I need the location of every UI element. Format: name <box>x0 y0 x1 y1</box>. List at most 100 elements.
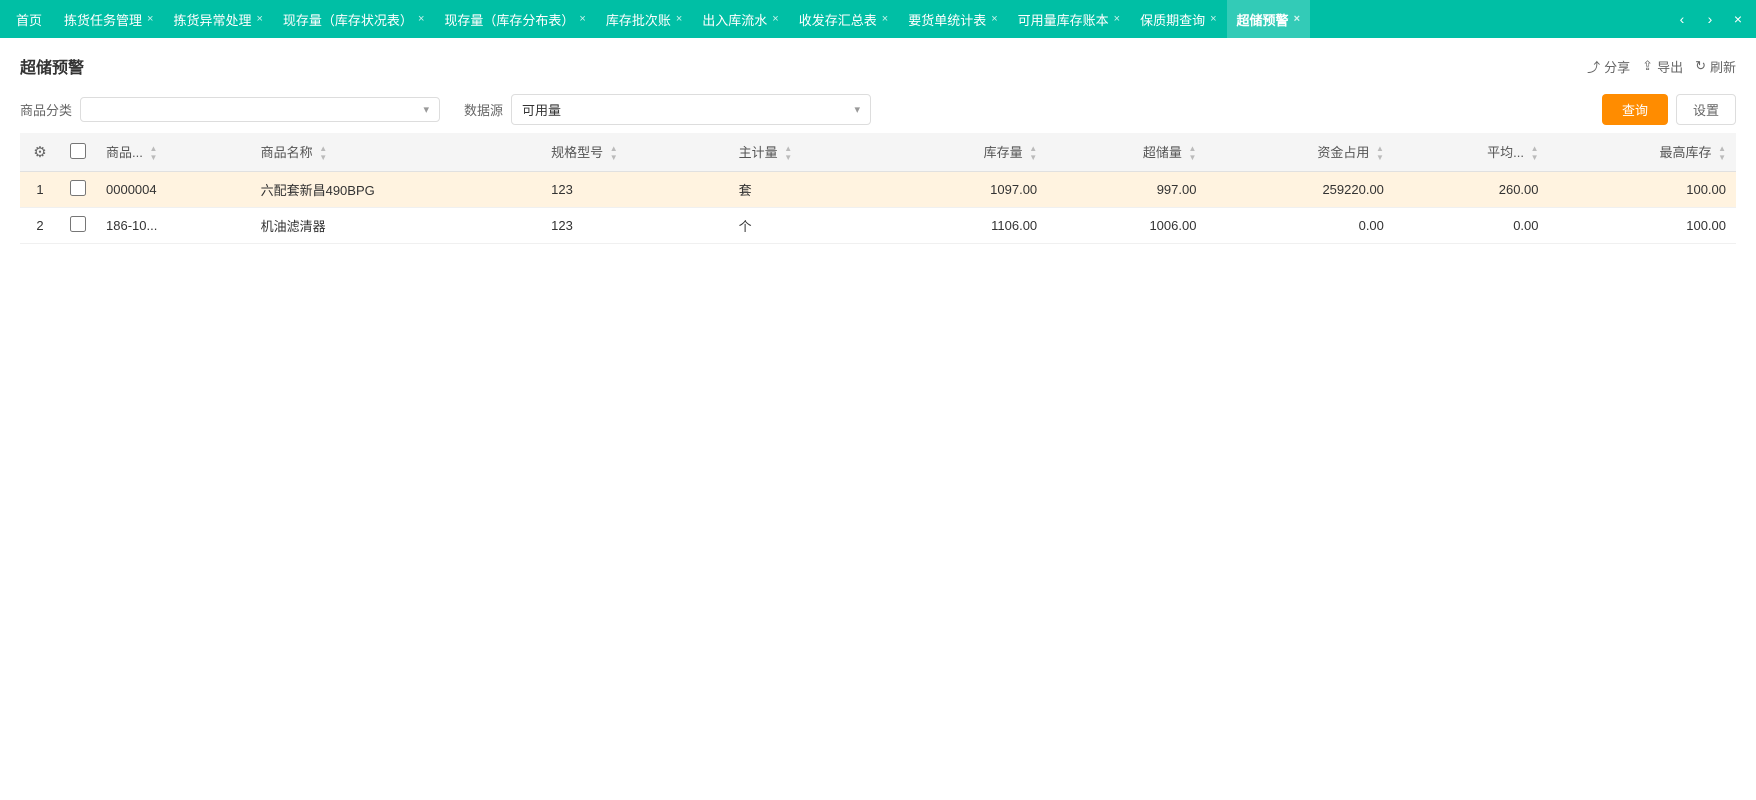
datasource-select[interactable]: 可用量 ▾ <box>511 94 871 125</box>
col-settings: ⚙ <box>20 133 60 172</box>
close-tab-10[interactable]: × <box>1294 13 1300 25</box>
datasource-filter-group: 数据源 可用量 ▾ <box>464 94 871 125</box>
sort-spec-icon: ▲ ▼ <box>610 145 618 162</box>
col-over-stock[interactable]: 超储量 ▲ ▼ <box>1047 133 1206 172</box>
table-body: 1 0000004 六配套新昌490BPG 123 套 1097.00 997.… <box>20 172 1736 244</box>
share-label: 分享 <box>1604 57 1630 76</box>
row-checkbox-cell <box>60 208 96 244</box>
row-unit: 套 <box>729 172 888 208</box>
select-all-checkbox[interactable] <box>70 143 86 159</box>
row-spec: 123 <box>541 208 728 244</box>
page-header: 超储预警 ⤴ 分享 ⇪ 导出 ↻ 刷新 <box>20 54 1736 78</box>
settings-button[interactable]: 设置 <box>1676 94 1736 125</box>
row-product-name: 机油滤清器 <box>251 208 542 244</box>
share-button[interactable]: ⤴ 分享 <box>1587 57 1630 76</box>
row-product-code: 0000004 <box>96 172 251 208</box>
nav-tab-kucunpici[interactable]: 库存批次账 × <box>596 0 692 38</box>
nav-tab-chaochuyujing[interactable]: 超储预警 × <box>1227 0 1310 38</box>
nav-tab-jianhuoyichang[interactable]: 拣货异常处理 × <box>163 0 272 38</box>
close-tab-8[interactable]: × <box>1114 13 1120 25</box>
close-tab-3[interactable]: × <box>579 13 585 25</box>
col-stock[interactable]: 库存量 ▲ ▼ <box>888 133 1047 172</box>
nav-scroll-left[interactable]: ‹ <box>1668 0 1696 38</box>
row-product-code: 186-10... <box>96 208 251 244</box>
query-button[interactable]: 查询 <box>1602 94 1668 125</box>
col-spec[interactable]: 规格型号 ▲ ▼ <box>541 133 728 172</box>
nav-tab-keyongliang[interactable]: 可用量库存账本 × <box>1008 0 1130 38</box>
share-icon: ⤴ <box>1587 57 1600 76</box>
sort-capital-icon: ▲ ▼ <box>1376 145 1384 162</box>
row-avg: 260.00 <box>1394 172 1549 208</box>
nav-home[interactable]: 首页 <box>4 0 54 38</box>
filter-section: 商品分类 ▾ 数据源 可用量 ▾ 查询 设置 <box>20 94 1736 125</box>
nav-close-current[interactable]: × <box>1724 0 1752 38</box>
col-unit[interactable]: 主计量 ▲ ▼ <box>729 133 888 172</box>
row-unit: 个 <box>729 208 888 244</box>
row-product-name: 六配套新昌490BPG <box>251 172 542 208</box>
refresh-icon: ↻ <box>1695 58 1706 74</box>
sort-avg-icon: ▲ ▼ <box>1531 145 1539 162</box>
page-title: 超储预警 <box>20 54 84 78</box>
col-capital[interactable]: 资金占用 ▲ ▼ <box>1206 133 1393 172</box>
row-max-stock: 100.00 <box>1549 172 1737 208</box>
close-tab-6[interactable]: × <box>882 13 888 25</box>
row-checkbox-1[interactable] <box>70 216 86 232</box>
page-content: 超储预警 ⤴ 分享 ⇪ 导出 ↻ 刷新 商品分类 ▾ <box>0 38 1756 800</box>
close-tab-4[interactable]: × <box>676 13 682 25</box>
row-over-stock: 997.00 <box>1047 172 1206 208</box>
close-tab-1[interactable]: × <box>256 13 262 25</box>
datasource-label: 数据源 <box>464 100 503 119</box>
row-index: 2 <box>20 208 60 244</box>
row-checkbox-0[interactable] <box>70 180 86 196</box>
col-avg[interactable]: 平均... ▲ ▼ <box>1394 133 1549 172</box>
refresh-button[interactable]: ↻ 刷新 <box>1695 57 1736 76</box>
top-navigation: 首页 拣货任务管理 × 拣货异常处理 × 现存量（库存状况表） × 现存量（库存… <box>0 0 1756 38</box>
gear-icon[interactable]: ⚙ <box>33 144 46 161</box>
export-button[interactable]: ⇪ 导出 <box>1642 57 1683 76</box>
nav-tab-xiancunliang1[interactable]: 现存量（库存状况表） × <box>273 0 434 38</box>
sort-max-stock-icon: ▲ ▼ <box>1718 145 1726 162</box>
category-chevron-down-icon: ▾ <box>423 103 429 116</box>
sort-stock-icon: ▲ ▼ <box>1029 145 1037 162</box>
table-row: 2 186-10... 机油滤清器 123 个 1106.00 1006.00 … <box>20 208 1736 244</box>
table-row: 1 0000004 六配套新昌490BPG 123 套 1097.00 997.… <box>20 172 1736 208</box>
close-tab-2[interactable]: × <box>418 13 424 25</box>
nav-tab-yaohuo[interactable]: 要货单统计表 × <box>898 0 1007 38</box>
sort-over-stock-icon: ▲ ▼ <box>1189 145 1197 162</box>
close-tab-5[interactable]: × <box>772 13 778 25</box>
col-product-code[interactable]: 商品... ▲ ▼ <box>96 133 251 172</box>
category-label: 商品分类 <box>20 100 72 119</box>
nav-tab-shoufacun[interactable]: 收发存汇总表 × <box>789 0 898 38</box>
header-actions: ⤴ 分享 ⇪ 导出 ↻ 刷新 <box>1587 57 1736 76</box>
nav-tab-churuku[interactable]: 出入库流水 × <box>692 0 788 38</box>
sort-product-code-icon: ▲ ▼ <box>149 145 157 162</box>
export-label: 导出 <box>1657 57 1683 76</box>
nav-tab-jianhuorenwu[interactable]: 拣货任务管理 × <box>54 0 163 38</box>
row-capital: 0.00 <box>1206 208 1393 244</box>
col-max-stock[interactable]: 最高库存 ▲ ▼ <box>1549 133 1737 172</box>
close-tab-7[interactable]: × <box>991 13 997 25</box>
row-checkbox-cell <box>60 172 96 208</box>
datasource-chevron-down-icon: ▾ <box>855 103 861 116</box>
col-product-name[interactable]: 商品名称 ▲ ▼ <box>251 133 542 172</box>
export-icon: ⇪ <box>1642 58 1653 74</box>
close-tab-0[interactable]: × <box>147 13 153 25</box>
nav-tab-baozhi[interactable]: 保质期查询 × <box>1130 0 1226 38</box>
table-header-row: ⚙ 商品... ▲ ▼ 商品名称 ▲ ▼ <box>20 133 1736 172</box>
refresh-label: 刷新 <box>1710 57 1736 76</box>
nav-scroll-right[interactable]: › <box>1696 0 1724 38</box>
close-tab-9[interactable]: × <box>1210 13 1216 25</box>
row-avg: 0.00 <box>1394 208 1549 244</box>
row-stock: 1106.00 <box>888 208 1047 244</box>
category-filter-group: 商品分类 ▾ <box>20 97 440 122</box>
datasource-select-value: 可用量 <box>522 100 561 119</box>
row-max-stock: 100.00 <box>1549 208 1737 244</box>
sort-product-name-icon: ▲ ▼ <box>319 145 327 162</box>
row-capital: 259220.00 <box>1206 172 1393 208</box>
row-index: 1 <box>20 172 60 208</box>
category-select[interactable]: ▾ <box>80 97 440 122</box>
nav-tab-xiancunliang2[interactable]: 现存量（库存分布表） × <box>434 0 595 38</box>
row-stock: 1097.00 <box>888 172 1047 208</box>
data-table: ⚙ 商品... ▲ ▼ 商品名称 ▲ ▼ <box>20 133 1736 244</box>
row-over-stock: 1006.00 <box>1047 208 1206 244</box>
